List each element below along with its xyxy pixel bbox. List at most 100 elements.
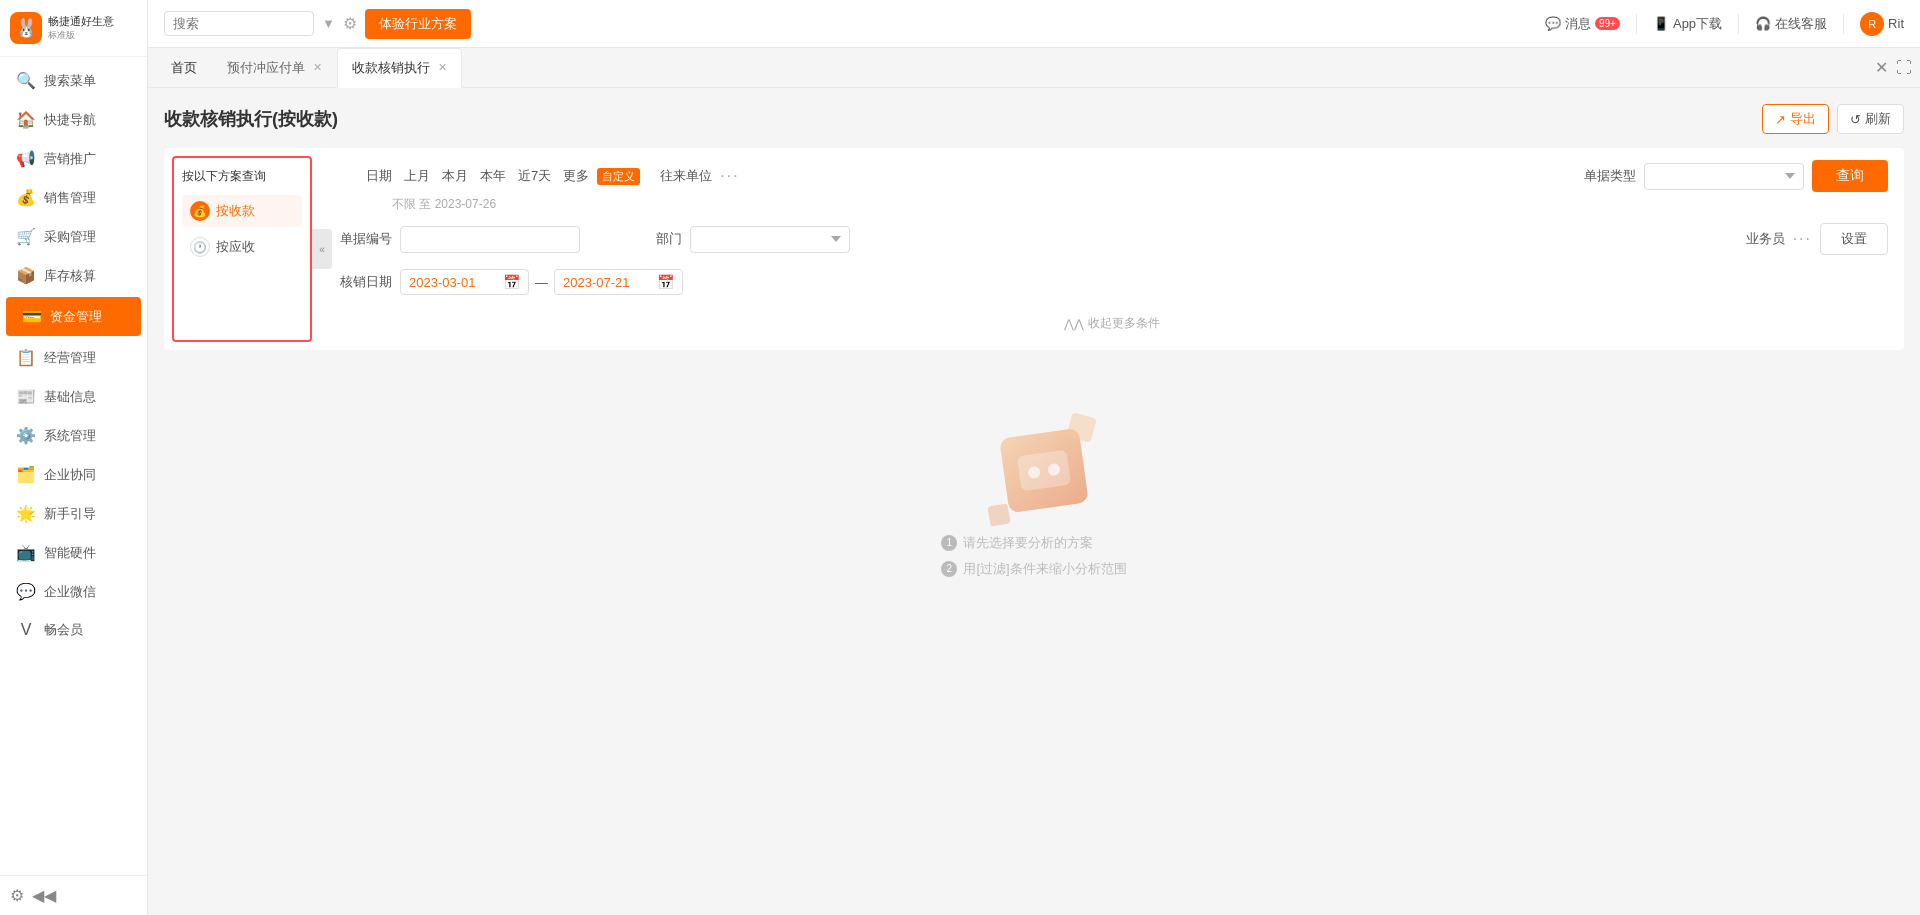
filter-sidebar-title: 按以下方案查询 [182, 168, 302, 185]
sidebar-item-label: 快捷导航 [44, 111, 96, 129]
sidebar-item-quick-nav[interactable]: 🏠 快捷导航 [0, 100, 147, 139]
search-icon: 🔍 [16, 71, 36, 90]
sidebar-item-finance[interactable]: 💳 资金管理 [6, 297, 141, 336]
receipt-option-icon: 💰 [190, 201, 210, 221]
filter-row-3: 核销日期 📅 — 📅 [336, 269, 1888, 295]
employee-dots[interactable]: ··· [1793, 230, 1812, 248]
dept-select[interactable] [690, 226, 850, 253]
filter-option-by-receipt[interactable]: 💰 按收款 [182, 195, 302, 227]
sidebar-item-enterprise[interactable]: 🗂️ 企业协同 [0, 455, 147, 494]
sidebar-item-label: 畅会员 [44, 621, 83, 639]
wechat-icon: 💬 [16, 582, 36, 601]
date-filter-item: 日期 上月 本月 本年 近7天 更多 自定义 [336, 165, 640, 187]
sidebar-item-member[interactable]: V 畅会员 [0, 611, 147, 649]
industry-solution-button[interactable]: 体验行业方案 [365, 9, 471, 39]
sidebar-item-guide[interactable]: 🌟 新手引导 [0, 494, 147, 533]
message-action[interactable]: 💬 消息 99+ [1545, 15, 1620, 33]
doc-no-input[interactable] [400, 226, 580, 253]
sidebar-item-label: 搜索菜单 [44, 72, 96, 90]
sidebar-item-sales[interactable]: 💰 销售管理 [0, 178, 147, 217]
dept-label: 部门 [626, 230, 682, 248]
sidebar-item-label: 资金管理 [50, 308, 102, 326]
calendar-end-icon[interactable]: 📅 [657, 274, 674, 290]
date-this-month-button[interactable]: 本月 [438, 165, 472, 187]
app-download-action[interactable]: 📱 App下载 [1653, 15, 1722, 33]
filter-option-by-receivable[interactable]: 🕐 按应收 [182, 231, 302, 263]
verify-date-start-input[interactable] [409, 275, 499, 290]
date-this-year-button[interactable]: 本年 [476, 165, 510, 187]
counterpart-dots[interactable]: ··· [720, 167, 739, 185]
sidebar-item-hardware[interactable]: 📺 智能硬件 [0, 533, 147, 572]
operations-icon: 📋 [16, 348, 36, 367]
sidebar-collapse-button[interactable]: ◀◀ [32, 886, 56, 905]
refresh-button[interactable]: ↺ 刷新 [1837, 104, 1904, 134]
filter-sidebar-collapse-button[interactable]: « [312, 229, 332, 269]
tab-expand-button[interactable]: ⛶ [1896, 59, 1912, 77]
top-search-input[interactable] [164, 11, 314, 36]
message-icon: 💬 [1545, 16, 1561, 31]
export-button[interactable]: ↗ 导出 [1762, 104, 1829, 134]
topbar-dropdown-icon[interactable]: ▼ [322, 16, 335, 31]
doc-type-select[interactable] [1644, 163, 1804, 190]
refresh-label: 刷新 [1865, 110, 1891, 128]
message-badge: 99+ [1595, 17, 1620, 30]
employee-label: 业务员 [1729, 230, 1785, 248]
settings-gear-button[interactable]: ⚙ [10, 886, 24, 905]
topbar-right: 💬 消息 99+ 📱 App下载 🎧 在线客服 R Rit [1545, 12, 1904, 36]
tab-prepay[interactable]: 预付冲应付单 ✕ [212, 48, 337, 88]
verify-date-filter-item: 核销日期 📅 — 📅 [336, 269, 683, 295]
member-icon: V [16, 621, 36, 639]
date-hint-text: 不限 至 2023-07-26 [392, 197, 496, 211]
topbar: ▼ ⚙ 体验行业方案 💬 消息 99+ 📱 App下载 🎧 在线客服 R [148, 0, 1920, 48]
sidebar-item-inventory[interactable]: 📦 库存核算 [0, 256, 147, 295]
sidebar-item-operations[interactable]: 📋 经营管理 [0, 338, 147, 377]
date-hint-row: 不限 至 2023-07-26 [392, 196, 1888, 213]
content-area: 收款核销执行(按收款) ↗ 导出 ↺ 刷新 按以下方案查询 💰 [148, 88, 1920, 915]
user-avatar: R [1860, 12, 1884, 36]
sidebar-item-system[interactable]: ⚙️ 系统管理 [0, 416, 147, 455]
sidebar-bottom: ⚙ ◀◀ [0, 875, 147, 915]
date-7days-button[interactable]: 近7天 [514, 165, 555, 187]
sidebar-item-marketing[interactable]: 📢 营销推广 [0, 139, 147, 178]
collapse-more-button[interactable]: ⋀⋀ 收起更多条件 [336, 309, 1888, 338]
empty-state: 1 请先选择要分析的方案 2 用[过滤]条件来缩小分析范围 [164, 350, 1904, 642]
basic-info-icon: 📰 [16, 387, 36, 406]
tab-close-all-button[interactable]: ✕ [1875, 58, 1888, 77]
export-icon: ↗ [1775, 112, 1786, 127]
empty-hint-1: 1 请先选择要分析的方案 [941, 530, 1126, 556]
tab-prepay-close-icon[interactable]: ✕ [313, 61, 322, 74]
counterpart-filter-item: 往来单位 ··· [656, 167, 739, 185]
refresh-icon: ↺ [1850, 112, 1861, 127]
service-label: 在线客服 [1775, 15, 1827, 33]
inventory-icon: 📦 [16, 266, 36, 285]
sidebar-item-basic-info[interactable]: 📰 基础信息 [0, 377, 147, 416]
filter-option-receivable-label: 按应收 [216, 238, 255, 256]
tab-bar: 首页 预付冲应付单 ✕ 收款核销执行 ✕ ✕ ⛶ [148, 48, 1920, 88]
setting-button[interactable]: 设置 [1820, 223, 1888, 255]
user-profile-action[interactable]: R Rit [1860, 12, 1904, 36]
online-service-action[interactable]: 🎧 在线客服 [1755, 15, 1827, 33]
employee-filter-item: 业务员 ··· 设置 [1729, 223, 1888, 255]
doc-type-filter-item: 单据类型 查询 [1580, 160, 1888, 192]
tab-receipt-close-icon[interactable]: ✕ [438, 61, 447, 74]
date-more-button[interactable]: 更多 [559, 165, 593, 187]
sidebar-item-label: 系统管理 [44, 427, 96, 445]
calendar-start-icon[interactable]: 📅 [503, 274, 520, 290]
topbar-gear-icon[interactable]: ⚙ [343, 14, 357, 33]
verify-date-end-input[interactable] [563, 275, 653, 290]
hint-text-2: 用[过滤]条件来缩小分析范围 [963, 556, 1126, 582]
system-icon: ⚙️ [16, 426, 36, 445]
sidebar-item-purchase[interactable]: 🛒 采购管理 [0, 217, 147, 256]
filter-row-1: 日期 上月 本月 本年 近7天 更多 自定义 往来单位 ··· [336, 160, 1888, 192]
query-button[interactable]: 查询 [1812, 160, 1888, 192]
topbar-divider-1 [1636, 14, 1637, 34]
page-actions: ↗ 导出 ↺ 刷新 [1762, 104, 1904, 134]
sidebar-item-search[interactable]: 🔍 搜索菜单 [0, 61, 147, 100]
tab-home[interactable]: 首页 [156, 48, 212, 88]
tab-home-label: 首页 [171, 59, 197, 77]
verify-date-label: 核销日期 [336, 273, 392, 291]
date-last-month-button[interactable]: 上月 [400, 165, 434, 187]
topbar-divider-3 [1843, 14, 1844, 34]
tab-receipt-cancel[interactable]: 收款核销执行 ✕ [337, 48, 462, 88]
sidebar-item-wechat[interactable]: 💬 企业微信 [0, 572, 147, 611]
